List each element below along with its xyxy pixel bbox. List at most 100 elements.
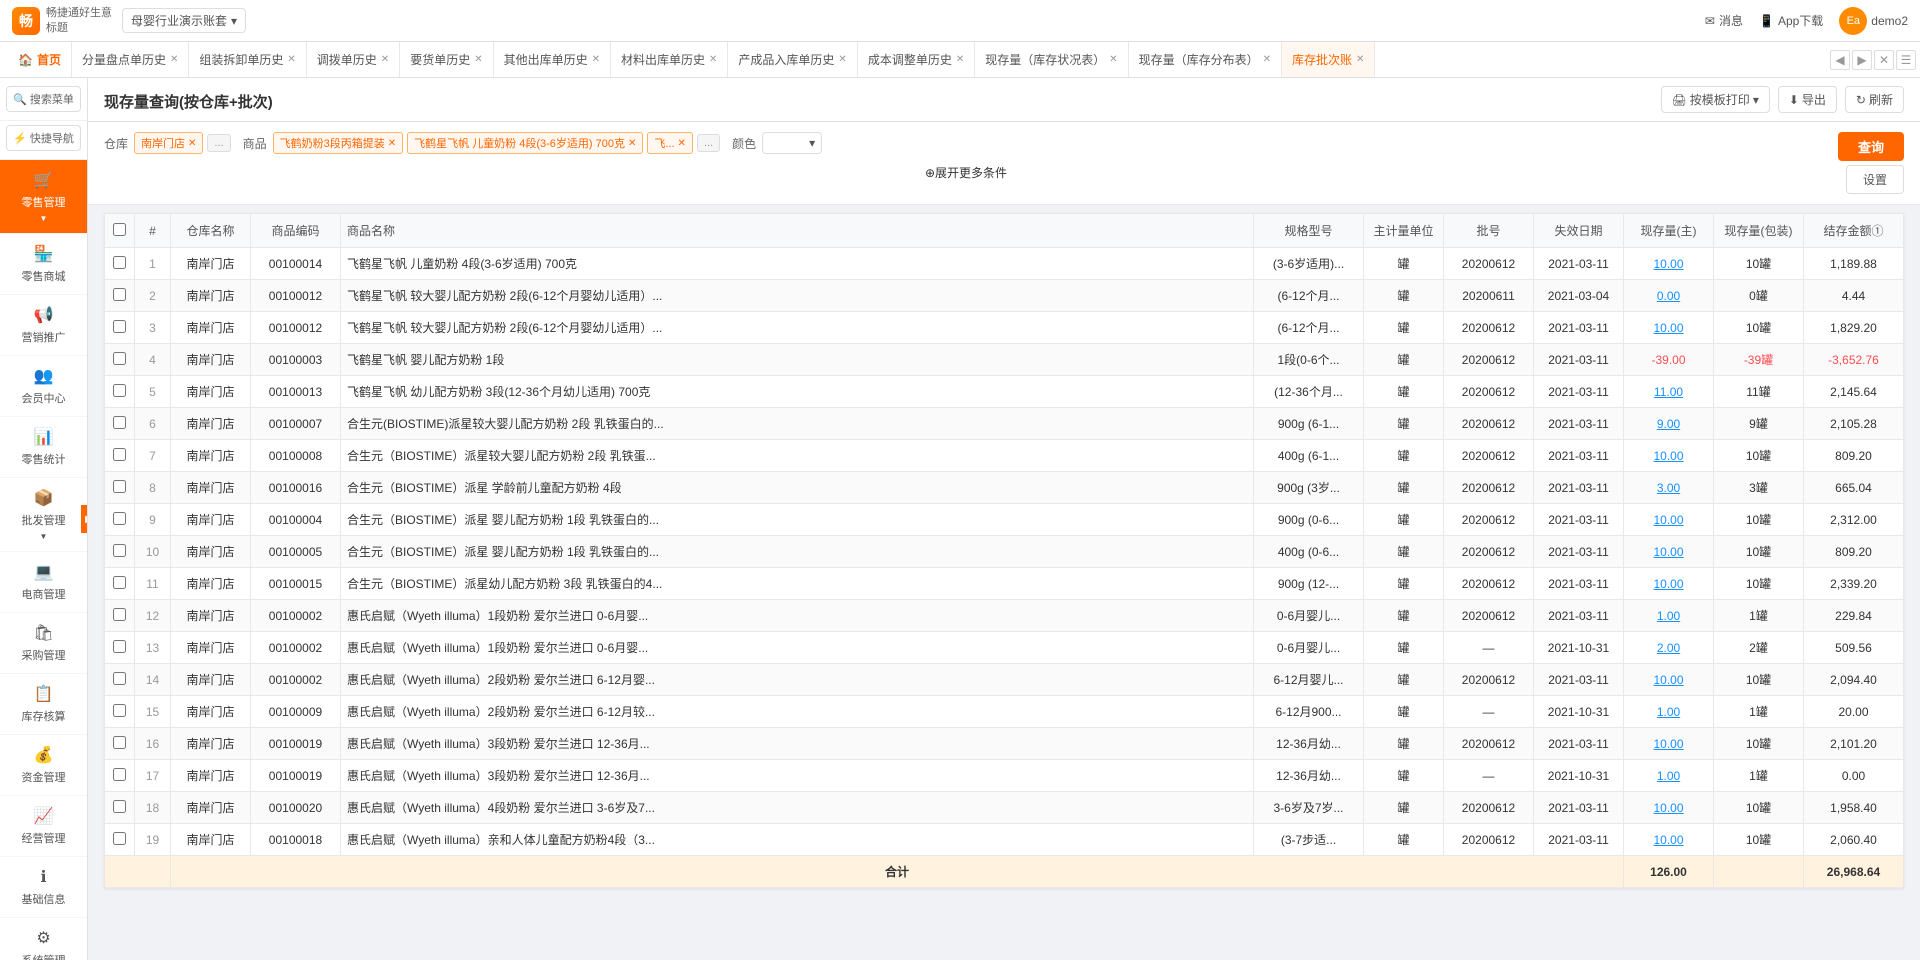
warehouse-tag-nanqu[interactable]: 南岸门店 ✕ [134,132,203,154]
cell-qty-main[interactable]: 10.00 [1624,568,1714,600]
query-btn[interactable]: 查询 [1838,132,1904,161]
th-checkbox[interactable] [105,214,135,248]
close-icon[interactable]: ✕ [592,54,600,65]
th-expire[interactable]: 失效日期 [1534,214,1624,248]
user-area[interactable]: Ea demo2 [1839,7,1908,35]
cell-qty-main[interactable]: 10.00 [1624,536,1714,568]
export-btn[interactable]: ⬇ 导出 [1778,86,1837,113]
sidebar-item-retail-stats[interactable]: 📊 零售统计 [0,417,87,478]
row-checkbox[interactable] [113,384,126,397]
cell-checkbox[interactable] [105,248,135,280]
print-btn[interactable]: 🖨 按模板打印 ▾ [1661,86,1770,113]
cell-checkbox[interactable] [105,824,135,856]
cell-checkbox[interactable] [105,312,135,344]
cell-qty-main[interactable]: 3.00 [1624,472,1714,504]
tab-order[interactable]: 要货单历史 ✕ [400,42,493,78]
remove-product-tag-1[interactable]: ✕ [388,138,396,149]
close-icon[interactable]: ✕ [170,54,178,65]
th-qty-main[interactable]: 现存量(主) [1624,214,1714,248]
message-btn[interactable]: ✉ 消息 [1705,12,1743,29]
tab-batch[interactable]: 库存批次账 ✕ [1282,42,1375,78]
cell-checkbox[interactable] [105,376,135,408]
row-checkbox[interactable] [113,832,126,845]
th-qty-pkg[interactable]: 现存量(包装) [1714,214,1804,248]
cell-qty-main[interactable]: 10.00 [1624,792,1714,824]
sidebar-item-inventory[interactable]: 📋 库存核算 [0,674,87,735]
row-checkbox[interactable] [113,288,126,301]
nav-close-btn[interactable]: ✕ [1874,50,1894,70]
cell-qty-main[interactable]: 1.00 [1624,696,1714,728]
close-icon[interactable]: ✕ [381,54,389,65]
close-icon[interactable]: ✕ [474,54,482,65]
sidebar-expand-btn[interactable]: ▶ [81,505,88,533]
cell-checkbox[interactable] [105,696,135,728]
row-checkbox[interactable] [113,352,126,365]
app-download-btn[interactable]: 📱 App下载 [1759,12,1823,29]
sidebar-item-system[interactable]: ⚙ 系统管理 [0,918,87,960]
cell-qty-main[interactable]: 11.00 [1624,376,1714,408]
remove-product-tag-3[interactable]: ✕ [678,138,686,149]
cell-qty-main[interactable]: 10.00 [1624,664,1714,696]
product-tag-more[interactable]: ... [697,134,720,152]
sidebar-item-mall[interactable]: 🏪 零售商城 [0,234,87,295]
row-checkbox[interactable] [113,480,126,493]
tab-assembly[interactable]: 组装拆卸单历史 ✕ [189,42,306,78]
cell-checkbox[interactable] [105,472,135,504]
cell-qty-main[interactable]: 9.00 [1624,408,1714,440]
tab-stock-status[interactable]: 现存量（库存状况表） ✕ [975,42,1128,78]
close-icon[interactable]: ✕ [287,54,295,65]
tab-home[interactable]: 🏠 首页 [8,42,72,78]
close-icon[interactable]: ✕ [1109,54,1117,65]
row-checkbox[interactable] [113,608,126,621]
close-icon[interactable]: ✕ [1263,54,1271,65]
select-all-checkbox[interactable] [113,223,126,236]
warehouse-tag-more[interactable]: ... [207,134,230,152]
row-checkbox[interactable] [113,800,126,813]
row-checkbox[interactable] [113,256,126,269]
sidebar-item-management[interactable]: 📈 经营管理 [0,796,87,857]
tab-material-out[interactable]: 材料出库单历史 ✕ [611,42,728,78]
tab-product-in[interactable]: 产成品入库单历史 ✕ [728,42,857,78]
row-checkbox[interactable] [113,672,126,685]
tab-other-out[interactable]: 其他出库单历史 ✕ [494,42,611,78]
close-icon[interactable]: ✕ [956,54,964,65]
company-selector[interactable]: 母婴行业演示账套 ▾ [122,8,246,33]
sidebar-item-wholesale[interactable]: 📦 批发管理 ▼ [0,478,87,552]
sidebar-item-member[interactable]: 👥 会员中心 [0,356,87,417]
quick-nav-btn[interactable]: ⚡ 快捷导航 [6,125,81,151]
row-checkbox[interactable] [113,736,126,749]
set-btn[interactable]: 设置 [1846,165,1904,194]
remove-warehouse-tag[interactable]: ✕ [188,138,196,149]
row-checkbox[interactable] [113,640,126,653]
cell-checkbox[interactable] [105,664,135,696]
cell-qty-main[interactable]: 1.00 [1624,760,1714,792]
sidebar-item-finance[interactable]: 💰 资金管理 [0,735,87,796]
cell-checkbox[interactable] [105,792,135,824]
row-checkbox[interactable] [113,416,126,429]
search-menu-btn[interactable]: 🔍 搜索菜单 [6,86,81,112]
th-code[interactable]: 商品编码 [251,214,341,248]
cell-qty-main[interactable]: 10.00 [1624,504,1714,536]
cell-checkbox[interactable] [105,280,135,312]
cell-qty-main[interactable]: 2.00 [1624,632,1714,664]
color-dropdown[interactable]: ▾ [762,132,822,154]
sidebar-item-purchase[interactable]: 🛍 采购管理 [0,613,87,674]
cell-qty-main[interactable]: 10.00 [1624,248,1714,280]
row-checkbox[interactable] [113,320,126,333]
cell-qty-main[interactable]: 0.00 [1624,280,1714,312]
row-checkbox[interactable] [113,448,126,461]
tab-inventory-count[interactable]: 分量盘点单历史 ✕ [72,42,189,78]
row-checkbox[interactable] [113,512,126,525]
nav-prev-btn[interactable]: ◀ [1830,50,1850,70]
cell-checkbox[interactable] [105,632,135,664]
nav-next-btn[interactable]: ▶ [1852,50,1872,70]
product-tag-3[interactable]: 飞... ✕ [647,132,693,154]
tab-transfer[interactable]: 调拨单历史 ✕ [307,42,400,78]
cell-qty-main[interactable]: 10.00 [1624,440,1714,472]
cell-checkbox[interactable] [105,568,135,600]
cell-qty-main[interactable]: 10.00 [1624,728,1714,760]
sidebar-item-marketing[interactable]: 📢 营销推广 [0,295,87,356]
close-icon[interactable]: ✕ [838,54,846,65]
refresh-btn[interactable]: ↻ 刷新 [1845,86,1904,113]
th-spec[interactable]: 规格型号 [1254,214,1364,248]
